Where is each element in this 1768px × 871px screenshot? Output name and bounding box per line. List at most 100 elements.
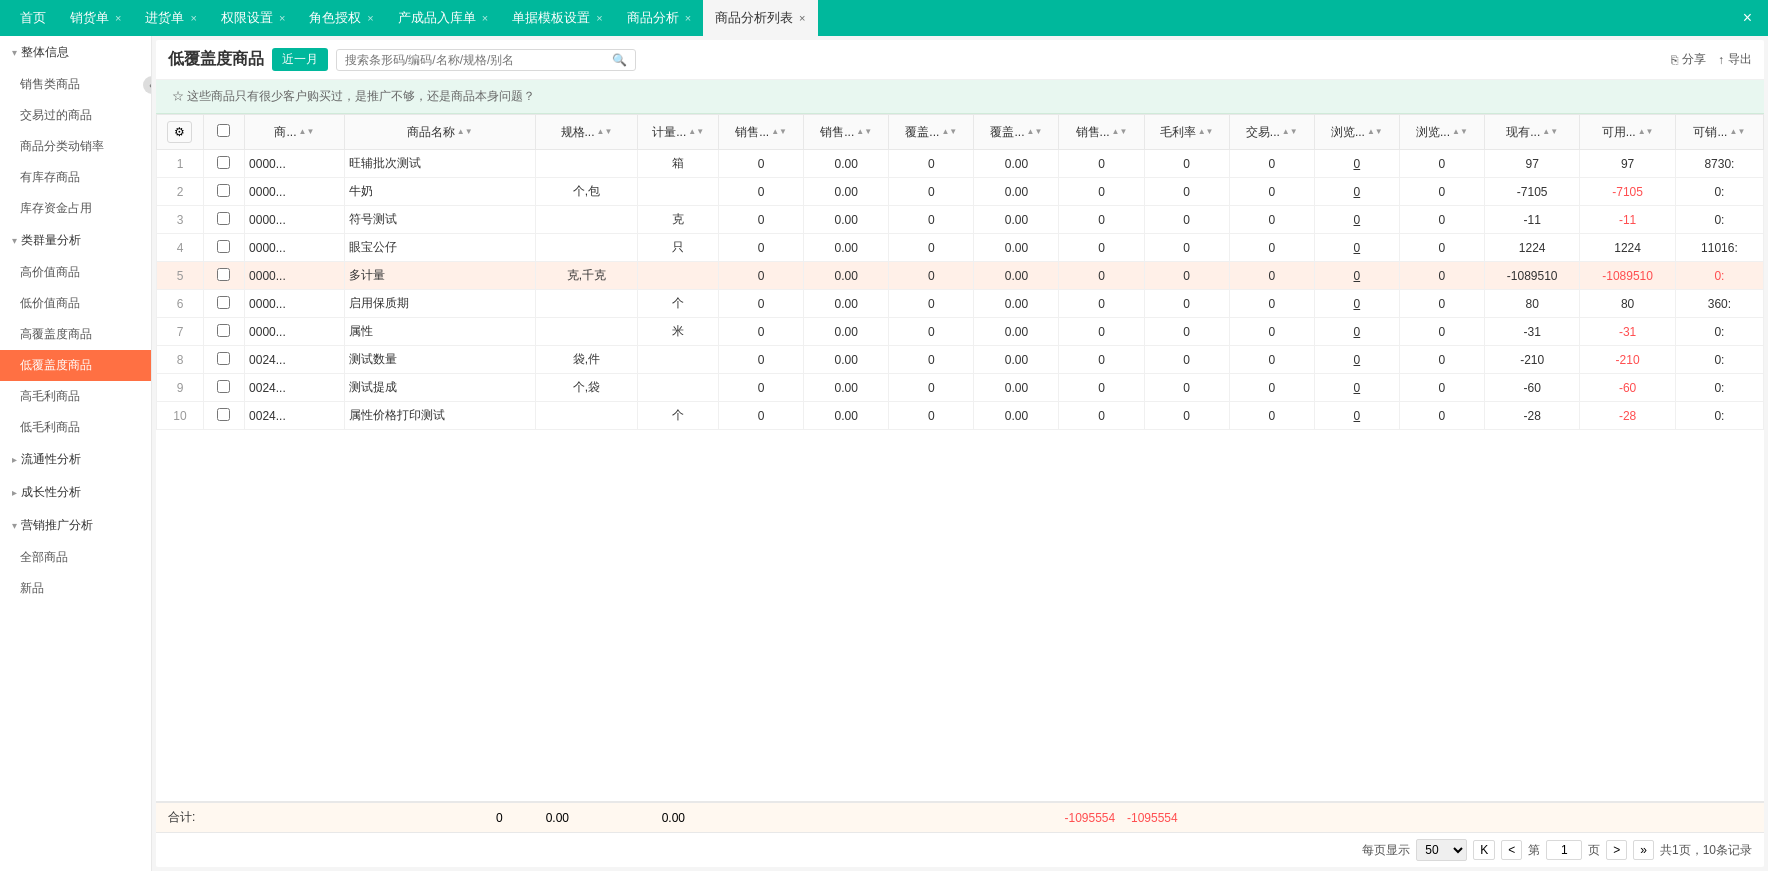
- cell-checkbox[interactable]: [203, 318, 244, 346]
- cell-view1[interactable]: 0: [1314, 346, 1399, 374]
- row-checkbox[interactable]: [217, 408, 230, 421]
- col-checkbox-header[interactable]: [203, 115, 244, 150]
- cell-trade: 0: [1229, 150, 1314, 178]
- col-margin-header[interactable]: 毛利率▲▼: [1144, 115, 1229, 150]
- sidebar-item-in-stock[interactable]: 有库存商品: [0, 162, 151, 193]
- sidebar-section-marketing[interactable]: ▾ 营销推广分析: [0, 509, 151, 542]
- next-page-button[interactable]: >: [1606, 840, 1627, 860]
- col-spec-header[interactable]: 规格...▲▼: [535, 115, 638, 150]
- cell-view1[interactable]: 0: [1314, 150, 1399, 178]
- sidebar-item-low-margin[interactable]: 低毛利商品: [0, 412, 151, 443]
- row-checkbox[interactable]: [217, 184, 230, 197]
- col-coverage1-header[interactable]: 覆盖...▲▼: [889, 115, 974, 150]
- sidebar-item-high-margin[interactable]: 高毛利商品: [0, 381, 151, 412]
- nav-product-analysis[interactable]: 商品分析 ×: [615, 0, 703, 36]
- row-checkbox[interactable]: [217, 156, 230, 169]
- sidebar-item-low-value[interactable]: 低价值商品: [0, 288, 151, 319]
- col-unit-header[interactable]: 计量...▲▼: [638, 115, 719, 150]
- nav-sales-order[interactable]: 销货单 ×: [58, 0, 133, 36]
- row-checkbox[interactable]: [217, 240, 230, 253]
- close-icon[interactable]: ×: [190, 12, 196, 24]
- col-settings[interactable]: ⚙: [157, 115, 204, 150]
- sidebar-item-high-value[interactable]: 高价值商品: [0, 257, 151, 288]
- select-all-checkbox[interactable]: [217, 124, 230, 137]
- sidebar-section-cluster[interactable]: ▾ 类群量分析: [0, 224, 151, 257]
- col-sales-qty-header[interactable]: 销售...▲▼: [719, 115, 804, 150]
- close-icon[interactable]: ×: [482, 12, 488, 24]
- sidebar-item-sales-products[interactable]: 销售类商品: [0, 69, 151, 100]
- row-checkbox[interactable]: [217, 268, 230, 281]
- cell-view1[interactable]: 0: [1314, 402, 1399, 430]
- cell-view1[interactable]: 0: [1314, 290, 1399, 318]
- cell-checkbox[interactable]: [203, 206, 244, 234]
- sidebar-item-new-products[interactable]: 新品: [0, 573, 151, 604]
- sidebar-item-traded-products[interactable]: 交易过的商品: [0, 100, 151, 131]
- nav-purchase-order[interactable]: 进货单 ×: [133, 0, 208, 36]
- prev-page-button[interactable]: <: [1501, 840, 1522, 860]
- cell-view1[interactable]: 0: [1314, 234, 1399, 262]
- page-number-input[interactable]: [1546, 840, 1582, 860]
- time-filter-button[interactable]: 近一月: [272, 48, 328, 71]
- close-icon[interactable]: ×: [367, 12, 373, 24]
- col-stock-avail-header[interactable]: 可用...▲▼: [1580, 115, 1675, 150]
- cell-checkbox[interactable]: [203, 234, 244, 262]
- row-checkbox[interactable]: [217, 352, 230, 365]
- cell-checkbox[interactable]: [203, 178, 244, 206]
- cell-unit: [638, 374, 719, 402]
- close-icon[interactable]: ×: [115, 12, 121, 24]
- cell-view1[interactable]: 0: [1314, 206, 1399, 234]
- col-stock-cur-header[interactable]: 现有...▲▼: [1485, 115, 1580, 150]
- row-checkbox[interactable]: [217, 380, 230, 393]
- col-name-header[interactable]: 商品名称▲▼: [344, 115, 535, 150]
- cell-checkbox[interactable]: [203, 290, 244, 318]
- export-button[interactable]: ↑ 导出: [1718, 51, 1752, 68]
- nav-template-settings[interactable]: 单据模板设置 ×: [500, 0, 614, 36]
- column-settings-button[interactable]: ⚙: [167, 121, 192, 143]
- page-size-select[interactable]: 50 100: [1416, 839, 1467, 861]
- cell-checkbox[interactable]: [203, 374, 244, 402]
- row-checkbox[interactable]: [217, 212, 230, 225]
- col-stock-sale-header[interactable]: 可销...▲▼: [1675, 115, 1763, 150]
- cell-cov2: 0.00: [974, 402, 1059, 430]
- close-icon[interactable]: ×: [596, 12, 602, 24]
- row-checkbox[interactable]: [217, 324, 230, 337]
- col-coverage2-header[interactable]: 覆盖...▲▼: [974, 115, 1059, 150]
- col-view2-header[interactable]: 浏览...▲▼: [1399, 115, 1484, 150]
- nav-role-auth[interactable]: 角色授权 ×: [297, 0, 385, 36]
- sidebar-section-overall[interactable]: ▾ 整体信息: [0, 36, 151, 69]
- nav-product-analysis-list[interactable]: 商品分析列表 ×: [703, 0, 817, 36]
- cell-view1[interactable]: 0: [1314, 374, 1399, 402]
- col-sales-count-header[interactable]: 销售...▲▼: [1059, 115, 1144, 150]
- sidebar-item-high-coverage[interactable]: 高覆盖度商品: [0, 319, 151, 350]
- sidebar-item-low-coverage[interactable]: 低覆盖度商品: [0, 350, 151, 381]
- nav-permission[interactable]: 权限设置 ×: [209, 0, 297, 36]
- sidebar-item-category-rate[interactable]: 商品分类动销率: [0, 131, 151, 162]
- cell-checkbox[interactable]: [203, 262, 244, 290]
- nav-home[interactable]: 首页: [8, 0, 58, 36]
- col-trade-header[interactable]: 交易...▲▼: [1229, 115, 1314, 150]
- cell-view1[interactable]: 0: [1314, 318, 1399, 346]
- search-input[interactable]: [345, 53, 612, 67]
- share-button[interactable]: ⎘ 分享: [1671, 51, 1706, 68]
- cell-view1[interactable]: 0: [1314, 262, 1399, 290]
- first-page-button[interactable]: K: [1473, 840, 1495, 860]
- nav-product-inbound[interactable]: 产成品入库单 ×: [386, 0, 500, 36]
- cell-view1[interactable]: 0: [1314, 178, 1399, 206]
- col-code-header[interactable]: 商...▲▼: [245, 115, 345, 150]
- sidebar-item-stock-capital[interactable]: 库存资金占用: [0, 193, 151, 224]
- sidebar-section-liquidity[interactable]: ▸ 流通性分析: [0, 443, 151, 476]
- cell-checkbox[interactable]: [203, 346, 244, 374]
- close-icon[interactable]: ×: [279, 12, 285, 24]
- sidebar-section-growth[interactable]: ▸ 成长性分析: [0, 476, 151, 509]
- last-page-button[interactable]: »: [1633, 840, 1654, 860]
- sidebar-item-all-products[interactable]: 全部商品: [0, 542, 151, 573]
- col-view1-header[interactable]: 浏览...▲▼: [1314, 115, 1399, 150]
- cell-checkbox[interactable]: [203, 150, 244, 178]
- col-sales-amt-header[interactable]: 销售...▲▼: [804, 115, 889, 150]
- row-checkbox[interactable]: [217, 296, 230, 309]
- cell-checkbox[interactable]: [203, 402, 244, 430]
- close-icon[interactable]: ×: [685, 12, 691, 24]
- cell-stock-avail: -60: [1580, 374, 1675, 402]
- close-icon[interactable]: ×: [799, 12, 805, 24]
- nav-close-all-button[interactable]: ×: [1735, 9, 1760, 27]
